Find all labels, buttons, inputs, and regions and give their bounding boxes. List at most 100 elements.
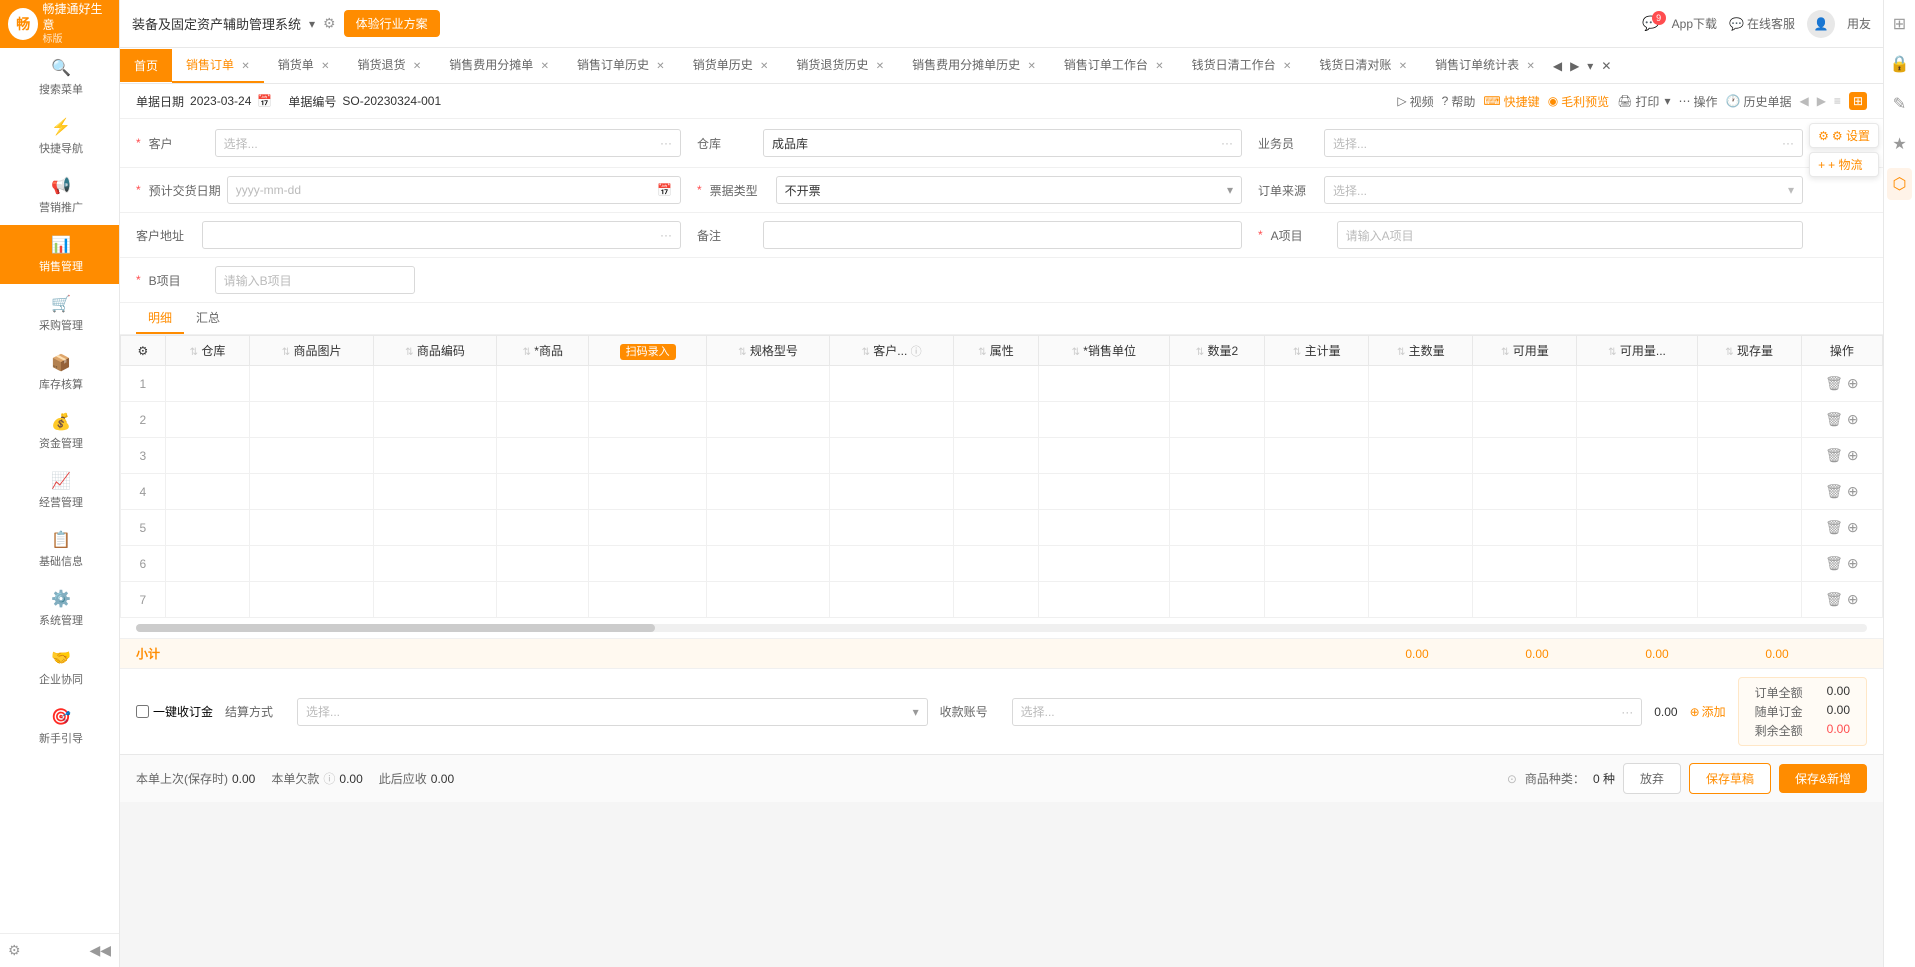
col-product-image[interactable]: ⇅ 商品图片 bbox=[250, 336, 373, 366]
row-1-main-unit[interactable] bbox=[1265, 366, 1369, 402]
float-settings-btn[interactable]: ⚙ ⚙ 设置 bbox=[1809, 123, 1879, 148]
row-1-copy-icon[interactable]: ⊕ bbox=[1847, 375, 1859, 392]
one-click-checkout-checkbox[interactable] bbox=[136, 705, 149, 718]
row-5-warehouse[interactable] bbox=[165, 510, 250, 546]
a-project-input[interactable]: 请输入A项目 bbox=[1337, 221, 1803, 249]
row-5-quantity2[interactable] bbox=[1169, 510, 1265, 546]
sidebar-item-system[interactable]: ⚙️系统管理 bbox=[0, 579, 119, 638]
user-name[interactable]: 用友 bbox=[1847, 15, 1871, 32]
salesperson-expand-icon[interactable]: ··· bbox=[1782, 136, 1794, 150]
row-1-available-more[interactable] bbox=[1577, 366, 1697, 402]
online-service[interactable]: 💬 在线客服 bbox=[1729, 15, 1795, 32]
row-2-available[interactable] bbox=[1473, 402, 1577, 438]
row-1-scan[interactable] bbox=[589, 366, 706, 402]
row-7-quantity2[interactable] bbox=[1169, 582, 1265, 618]
row-2-product-code[interactable] bbox=[373, 402, 496, 438]
row-4-main-qty[interactable] bbox=[1369, 474, 1473, 510]
row-2-main-qty[interactable] bbox=[1369, 402, 1473, 438]
col-available[interactable]: ⇅ 可用量 bbox=[1473, 336, 1577, 366]
tab-sales-order[interactable]: 销售订单 ✕ bbox=[172, 48, 264, 83]
row-1-product-code[interactable] bbox=[373, 366, 496, 402]
row-6-attribute[interactable] bbox=[954, 546, 1039, 582]
row-5-current-stock[interactable] bbox=[1697, 510, 1801, 546]
profit-action[interactable]: ◉ 毛利预览 bbox=[1548, 93, 1610, 110]
app-download[interactable]: App下载 bbox=[1672, 15, 1717, 32]
row-3-available[interactable] bbox=[1473, 438, 1577, 474]
row-6-copy-icon[interactable]: ⊕ bbox=[1847, 555, 1859, 572]
row-2-customer-code[interactable] bbox=[830, 402, 954, 438]
row-5-attribute[interactable] bbox=[954, 510, 1039, 546]
row-5-main-qty[interactable] bbox=[1369, 510, 1473, 546]
collection-expand-icon[interactable]: ··· bbox=[1621, 705, 1633, 719]
row-6-available-more[interactable] bbox=[1577, 546, 1697, 582]
sidebar-item-basic[interactable]: 📋基础信息 bbox=[0, 520, 119, 579]
row-6-sales-unit[interactable] bbox=[1038, 546, 1169, 582]
row-7-warehouse[interactable] bbox=[165, 582, 250, 618]
col-main-qty[interactable]: ⇅ 主数量 bbox=[1369, 336, 1473, 366]
col-warehouse[interactable]: ⇅ 仓库 bbox=[165, 336, 250, 366]
table-scrollbar[interactable] bbox=[120, 618, 1883, 638]
sidebar-item-purchase[interactable]: 🛒采购管理 bbox=[0, 284, 119, 343]
tab-order-workbench[interactable]: 销售订单工作台 ✕ bbox=[1050, 48, 1178, 83]
print-dropdown-icon[interactable]: ▾ bbox=[1664, 94, 1670, 108]
tab-close-sales-order[interactable]: ✕ bbox=[241, 61, 249, 72]
row-5-scan[interactable] bbox=[589, 510, 706, 546]
row-7-spec[interactable] bbox=[706, 582, 829, 618]
row-7-customer-code[interactable] bbox=[830, 582, 954, 618]
row-4-product-image[interactable] bbox=[250, 474, 373, 510]
row-7-product[interactable] bbox=[497, 582, 589, 618]
scan-btn[interactable]: 扫码录入 bbox=[620, 344, 676, 360]
row-3-main-qty[interactable] bbox=[1369, 438, 1473, 474]
col-available-more[interactable]: ⇅ 可用量... bbox=[1577, 336, 1697, 366]
row-3-product-code[interactable] bbox=[373, 438, 496, 474]
row-5-available[interactable] bbox=[1473, 510, 1577, 546]
row-4-product-code[interactable] bbox=[373, 474, 496, 510]
row-2-sales-unit[interactable] bbox=[1038, 402, 1169, 438]
settings-bottom-icon[interactable]: ⚙ bbox=[8, 942, 21, 959]
row-4-available-more[interactable] bbox=[1577, 474, 1697, 510]
view-action[interactable]: ▷ 视频 bbox=[1397, 93, 1433, 110]
solution-btn[interactable]: 体验行业方案 bbox=[344, 10, 440, 37]
customer-input[interactable]: 选择... ··· bbox=[215, 129, 681, 157]
sidebar-item-finance[interactable]: 💰资金管理 bbox=[0, 402, 119, 461]
row-4-scan[interactable] bbox=[589, 474, 706, 510]
row-1-product[interactable] bbox=[497, 366, 589, 402]
sidebar-item-operations[interactable]: 📈经营管理 bbox=[0, 461, 119, 520]
row-5-spec[interactable] bbox=[706, 510, 829, 546]
row-4-available[interactable] bbox=[1473, 474, 1577, 510]
invoice-select[interactable]: 不开票 ▾ bbox=[776, 176, 1242, 204]
float-add-btn[interactable]: + + 物流 bbox=[1809, 152, 1879, 177]
sidebar-item-search[interactable]: 🔍搜索菜单 bbox=[0, 48, 119, 107]
tab-home[interactable]: 首页 bbox=[120, 49, 172, 82]
col-customer-code[interactable]: ⇅ 客户... ⓘ bbox=[830, 336, 954, 366]
shortcut-action[interactable]: ⌨ 快捷键 bbox=[1483, 93, 1539, 110]
row-4-warehouse[interactable] bbox=[165, 474, 250, 510]
row-2-current-stock[interactable] bbox=[1697, 402, 1801, 438]
b-project-input[interactable]: 请输入B项目 bbox=[215, 266, 415, 294]
right-icon-lock[interactable]: 🔒 bbox=[1884, 48, 1915, 80]
tab-order-history[interactable]: 销售订单历史 ✕ bbox=[563, 48, 679, 83]
row-4-current-stock[interactable] bbox=[1697, 474, 1801, 510]
row-3-scan[interactable] bbox=[589, 438, 706, 474]
row-3-quantity2[interactable] bbox=[1169, 438, 1265, 474]
row-6-quantity2[interactable] bbox=[1169, 546, 1265, 582]
row-4-delete-icon[interactable]: 🗑 bbox=[1825, 483, 1843, 500]
row-6-warehouse[interactable] bbox=[165, 546, 250, 582]
history-action[interactable]: 🕐 历史单据 bbox=[1725, 93, 1791, 110]
salesperson-input[interactable]: 选择... ··· bbox=[1324, 129, 1803, 157]
row-2-delete-icon[interactable]: 🗑 bbox=[1825, 411, 1843, 428]
tab-expense-history[interactable]: 销售费用分摊单历史 ✕ bbox=[898, 48, 1050, 83]
add-collection-btn[interactable]: ⊕ 添加 bbox=[1690, 703, 1726, 720]
detail-tab-summary[interactable]: 汇总 bbox=[184, 303, 232, 334]
tab-nav-prev[interactable]: ◀ bbox=[1549, 59, 1566, 73]
row-1-spec[interactable] bbox=[706, 366, 829, 402]
row-6-available[interactable] bbox=[1473, 546, 1577, 582]
col-current-stock[interactable]: ⇅ 现存量 bbox=[1697, 336, 1801, 366]
address-expand-icon[interactable]: ··· bbox=[660, 228, 672, 242]
one-click-checkout-field[interactable]: 一键收订金 bbox=[136, 703, 213, 720]
row-3-delete-icon[interactable]: 🗑 bbox=[1825, 447, 1843, 464]
col-sales-unit[interactable]: ⇅ *销售单位 bbox=[1038, 336, 1169, 366]
remark-input[interactable] bbox=[763, 221, 1242, 249]
right-icon-edit[interactable]: ✎ bbox=[1887, 88, 1912, 120]
row-1-attribute[interactable] bbox=[954, 366, 1039, 402]
